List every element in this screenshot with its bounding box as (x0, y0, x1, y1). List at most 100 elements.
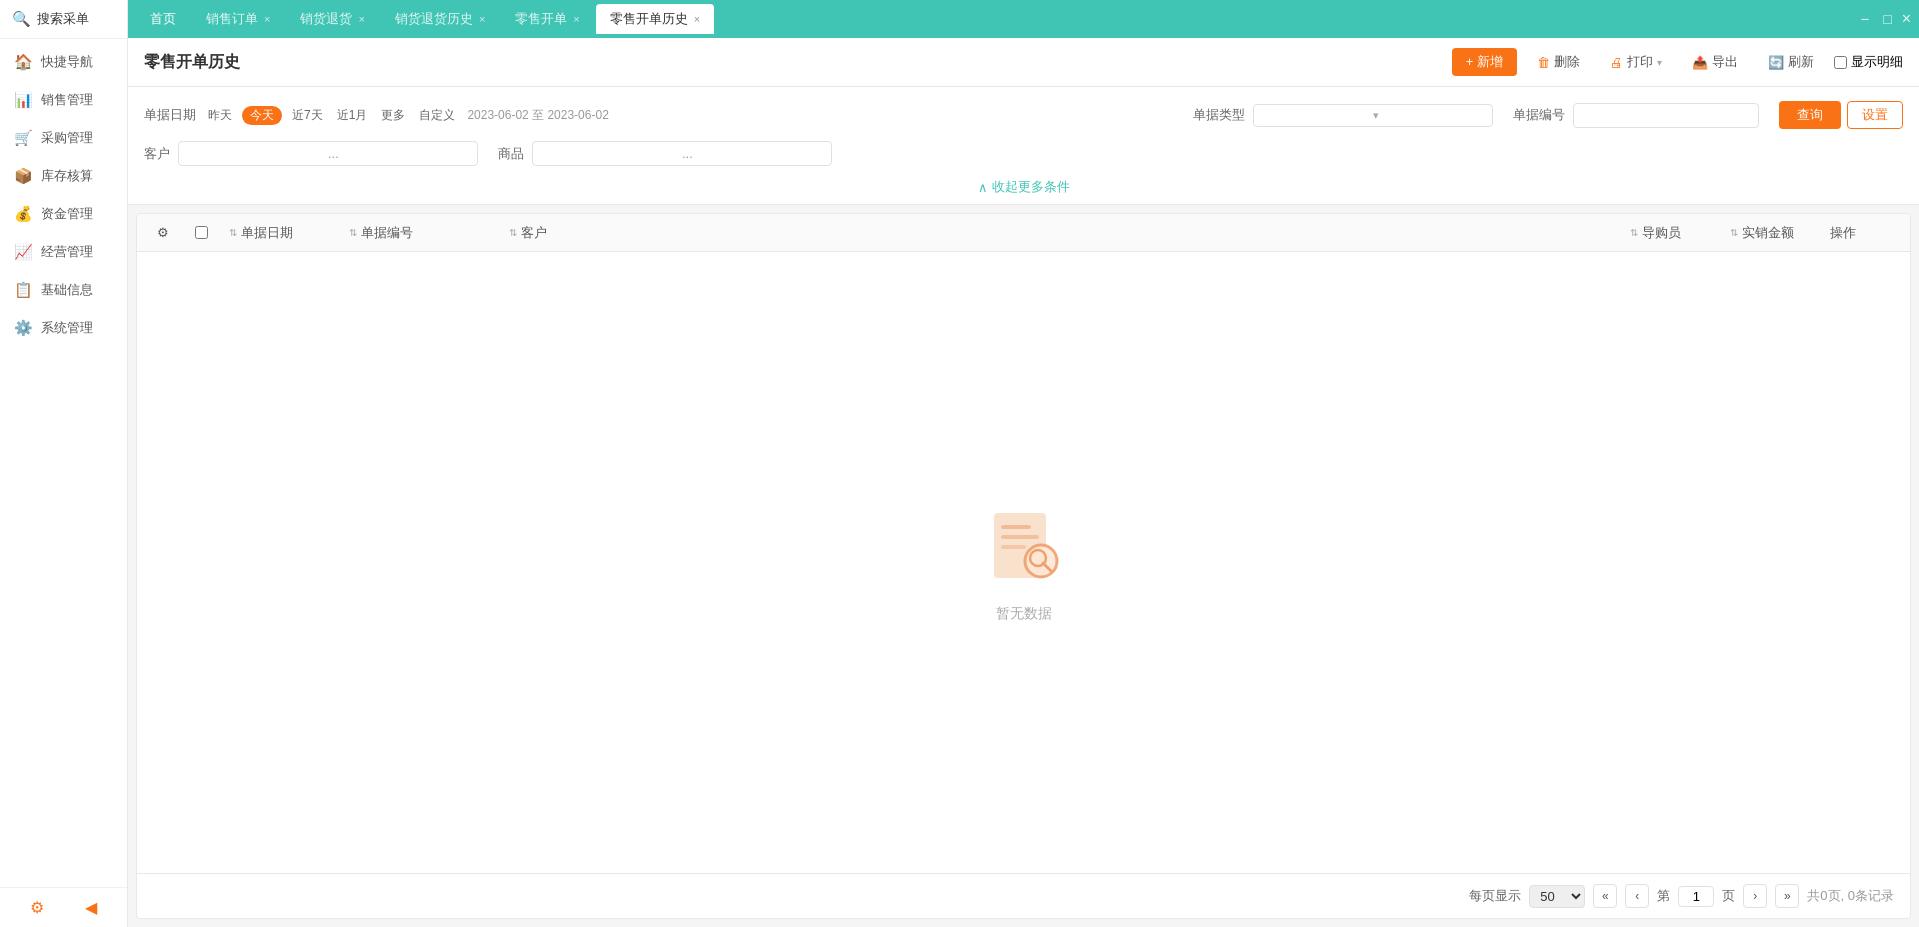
customer-dots[interactable]: ... (328, 146, 469, 161)
prev-icon: ‹ (1635, 889, 1639, 903)
filter-row-2: 客户 ... 商品 ... (144, 141, 1903, 166)
goods-dots[interactable]: ... (682, 146, 823, 161)
tab-return-history-close[interactable]: × (479, 14, 485, 25)
tab-sales-order[interactable]: 销售订单 × (192, 4, 284, 34)
print-button[interactable]: 🖨 打印 ▾ (1600, 49, 1672, 75)
sidebar-item-base-info[interactable]: 📋 基础信息 (0, 271, 127, 309)
sidebar-item-inventory[interactable]: 📦 库存核算 (0, 157, 127, 195)
inventory-icon: 📦 (14, 167, 33, 185)
tab-return-goods[interactable]: 销货退货 × (286, 4, 378, 34)
th-setting[interactable]: ⚙ (145, 225, 181, 240)
sort-guide-icon[interactable]: ⇅ (1630, 227, 1638, 238)
tab-retail-open[interactable]: 零售开单 × (501, 4, 593, 34)
pagination-total: 共0页, 0条记录 (1807, 887, 1894, 905)
shortcut-more[interactable]: 更多 (377, 106, 409, 125)
sidebar-nav: 🏠 快捷导航 📊 销售管理 🛒 采购管理 📦 库存核算 💰 资金管理 📈 经营管… (0, 39, 127, 887)
th-date: ⇅ 单据日期 (221, 224, 341, 242)
sidebar-item-operations[interactable]: 📈 经营管理 (0, 233, 127, 271)
tab-bar: 首页 销售订单 × 销货退货 × 销货退货历史 × 零售开单 × 零售开单历史 … (128, 0, 1919, 38)
sidebar-item-quick-nav[interactable]: 🏠 快捷导航 (0, 43, 127, 81)
content-area: 零售开单历史 + 新增 🗑 删除 🖨 打印 ▾ 📤 导出 🔄 (128, 38, 1919, 927)
customer-filter: 客户 ... (144, 141, 478, 166)
sidebar-item-purchase-mgmt[interactable]: 🛒 采购管理 (0, 119, 127, 157)
nav-label-operations: 经营管理 (41, 243, 93, 261)
select-all-checkbox[interactable] (195, 226, 208, 239)
sidebar-search-label: 搜索采单 (37, 10, 89, 28)
tab-sales-order-close[interactable]: × (264, 14, 270, 25)
home-icon: 🏠 (14, 53, 33, 71)
last-page-btn[interactable]: » (1775, 884, 1799, 908)
th-order-no: ⇅ 单据编号 (341, 224, 501, 242)
sales-icon: 📊 (14, 91, 33, 109)
sidebar-item-sys-mgmt[interactable]: ⚙️ 系统管理 (0, 309, 127, 347)
tab-home[interactable]: 首页 (136, 4, 190, 34)
th-amount: ⇅ 实销金额 (1722, 224, 1822, 242)
svg-rect-1 (1001, 525, 1031, 529)
order-no-input[interactable] (1573, 103, 1759, 128)
tab-retail-open-close[interactable]: × (573, 14, 579, 25)
next-icon: › (1753, 889, 1757, 903)
sidebar-search[interactable]: 🔍 搜索采单 (0, 0, 127, 39)
sort-amount-icon[interactable]: ⇅ (1730, 227, 1738, 238)
operations-icon: 📈 (14, 243, 33, 261)
delete-icon: 🗑 (1537, 55, 1550, 70)
shortcut-last7[interactable]: 近7天 (288, 106, 327, 125)
window-close[interactable]: × (1902, 10, 1911, 28)
order-type-filter: 单据类型 ▾ (1193, 104, 1493, 127)
window-maximize[interactable]: □ (1883, 11, 1891, 27)
sort-orderno-icon[interactable]: ⇅ (349, 227, 357, 238)
export-button[interactable]: 📤 导出 (1682, 49, 1748, 75)
customer-select[interactable]: ... (178, 141, 478, 166)
display-detail-checkbox-wrapper[interactable]: 显示明细 (1834, 53, 1903, 71)
order-type-arrow-icon: ▾ (1373, 109, 1484, 122)
search-icon: 🔍 (12, 10, 31, 28)
export-label: 导出 (1712, 53, 1738, 71)
tab-return-history[interactable]: 销货退货历史 × (381, 4, 499, 34)
tab-retail-history-close[interactable]: × (694, 14, 700, 25)
tab-sales-order-label: 销售订单 (206, 10, 258, 28)
refresh-icon: 🔄 (1768, 55, 1784, 70)
display-detail-checkbox[interactable] (1834, 56, 1847, 69)
th-checkbox[interactable] (181, 226, 221, 239)
pagination: 每页显示 50 20 100 200 « ‹ 第 1 页 › (137, 873, 1910, 918)
order-type-select[interactable]: ▾ (1253, 104, 1493, 127)
goods-select[interactable]: ... (532, 141, 832, 166)
add-button[interactable]: + 新增 (1452, 48, 1517, 76)
window-minimize[interactable]: － (1857, 9, 1873, 30)
toolbar: + 新增 🗑 删除 🖨 打印 ▾ 📤 导出 🔄 刷新 (1452, 48, 1903, 76)
next-page-btn[interactable]: › (1743, 884, 1767, 908)
shortcut-custom[interactable]: 自定义 (415, 106, 459, 125)
refresh-button[interactable]: 🔄 刷新 (1758, 49, 1824, 75)
order-no-filter: 单据编号 (1513, 103, 1759, 128)
sidebar: 🔍 搜索采单 🏠 快捷导航 📊 销售管理 🛒 采购管理 📦 库存核算 💰 资金管… (0, 0, 128, 927)
finance-icon: 💰 (14, 205, 33, 223)
tab-return-goods-close[interactable]: × (358, 14, 364, 25)
shortcut-today[interactable]: 今天 (242, 106, 282, 125)
collapse-label: 收起更多条件 (992, 178, 1070, 196)
customer-label: 客户 (144, 145, 170, 163)
prev-page-btn[interactable]: ‹ (1625, 884, 1649, 908)
window-controls: － □ × (1857, 9, 1911, 30)
first-page-btn[interactable]: « (1593, 884, 1617, 908)
collapse-sidebar-icon[interactable]: ◀ (85, 898, 97, 917)
tab-retail-history[interactable]: 零售开单历史 × (596, 4, 714, 34)
page-number-input[interactable]: 1 (1678, 886, 1714, 907)
sidebar-item-finance[interactable]: 💰 资金管理 (0, 195, 127, 233)
settings-icon[interactable]: ⚙ (30, 898, 44, 917)
collapse-more-btn[interactable]: ∧ 收起更多条件 (144, 178, 1903, 196)
sidebar-item-sales-mgmt[interactable]: 📊 销售管理 (0, 81, 127, 119)
shortcut-yesterday[interactable]: 昨天 (204, 106, 236, 125)
sort-customer-icon[interactable]: ⇅ (509, 227, 517, 238)
sort-date-icon[interactable]: ⇅ (229, 227, 237, 238)
sidebar-footer: ⚙ ◀ (0, 887, 127, 927)
tab-retail-open-label: 零售开单 (515, 10, 567, 28)
setting-button[interactable]: 设置 (1847, 101, 1903, 129)
shortcut-last-month[interactable]: 近1月 (333, 106, 372, 125)
query-button[interactable]: 查询 (1779, 101, 1841, 129)
sys-icon: ⚙️ (14, 319, 33, 337)
th-customer: ⇅ 客户 (501, 224, 1622, 242)
per-page-select[interactable]: 50 20 100 200 (1529, 885, 1585, 908)
delete-button[interactable]: 🗑 删除 (1527, 49, 1590, 75)
order-no-label: 单据编号 (1513, 106, 1565, 124)
th-action-label: 操作 (1830, 224, 1856, 242)
